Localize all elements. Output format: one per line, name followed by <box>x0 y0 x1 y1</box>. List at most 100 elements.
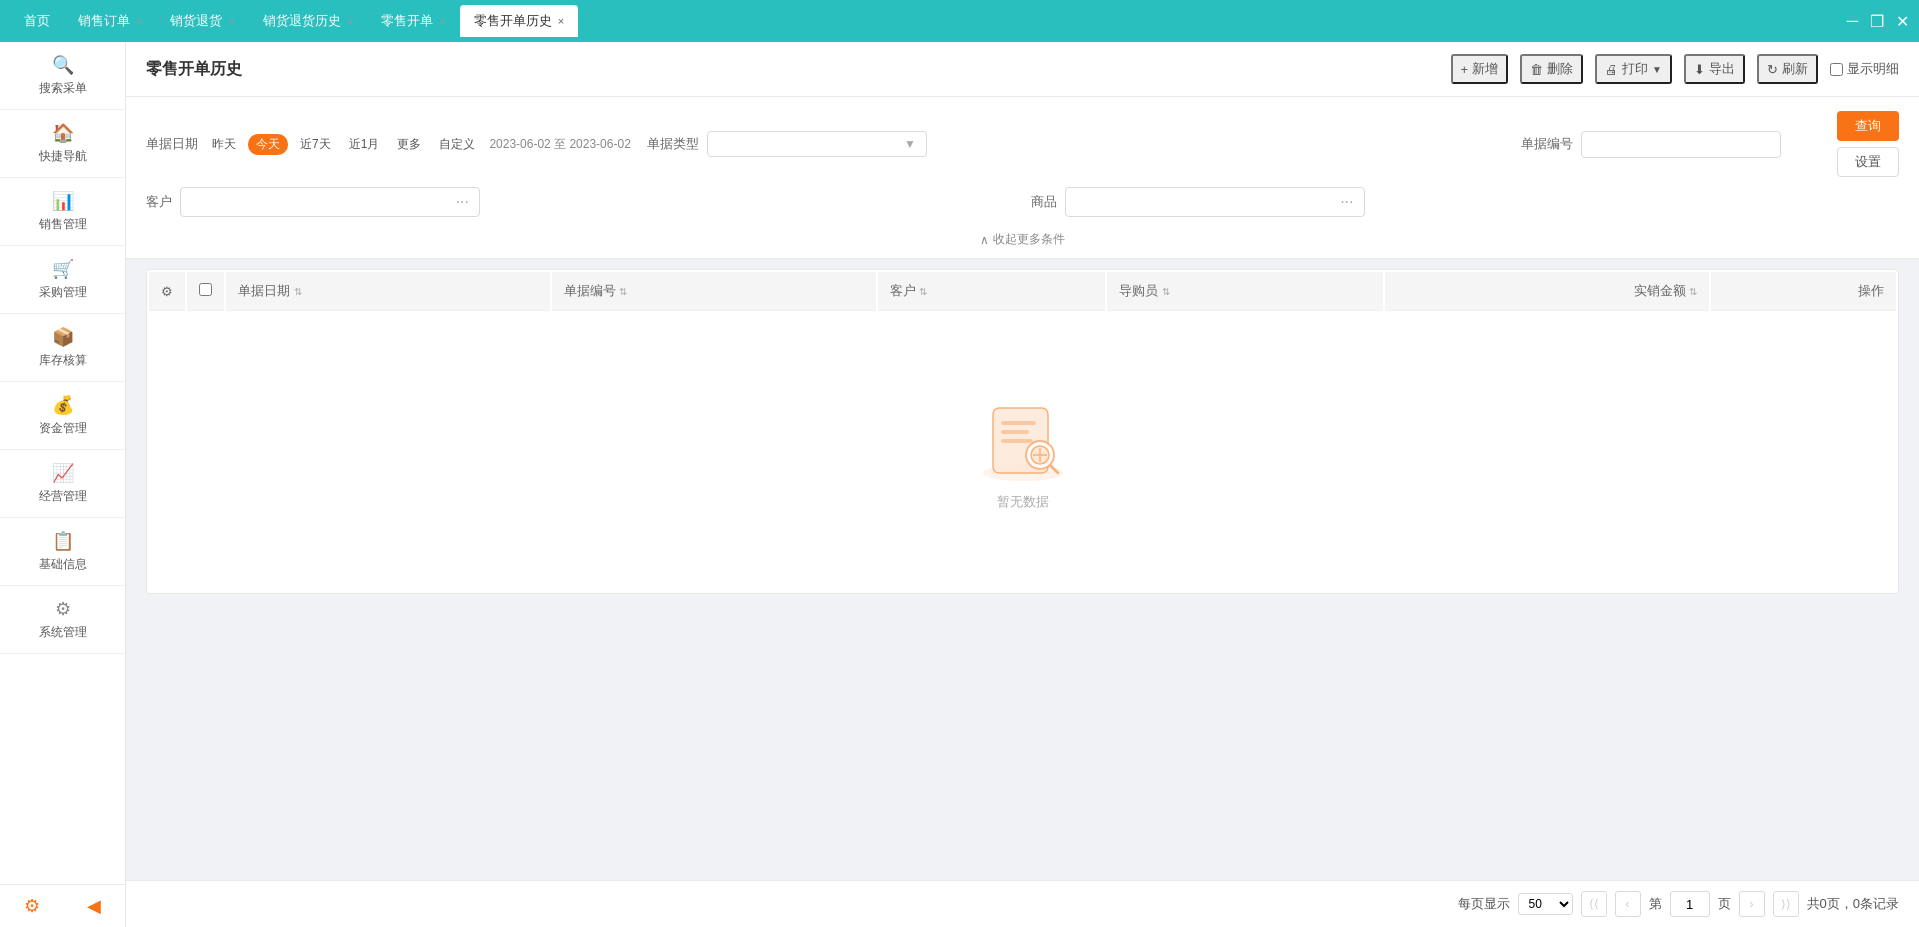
print-button[interactable]: 🖨 打印 ▼ <box>1595 54 1672 84</box>
data-table: ⚙ 单据日期 ⇅ 单据编号 ⇅ 客户 <box>146 269 1899 594</box>
next-page-btn[interactable]: › <box>1739 891 1765 917</box>
goods-filter-group: 商品 ··· <box>1031 187 1900 217</box>
print-dropdown-icon: ▼ <box>1652 64 1662 75</box>
date-custom[interactable]: 自定义 <box>433 134 481 155</box>
col-action-label: 操作 <box>1858 283 1884 298</box>
col-customer-label: 客户 <box>890 283 916 298</box>
tab-home[interactable]: 首页 <box>10 5 64 37</box>
tab-sales-return[interactable]: 销货退货 × <box>156 5 248 37</box>
sidebar-item-quick-nav[interactable]: 🏠 快捷导航 <box>0 110 125 178</box>
col-settings[interactable]: ⚙ <box>149 272 185 311</box>
date-label: 单据日期 <box>146 135 198 153</box>
date-more[interactable]: 更多 <box>391 134 427 155</box>
last-page-btn[interactable]: ⟩⟩ <box>1773 891 1799 917</box>
date-1month[interactable]: 近1月 <box>343 134 386 155</box>
col-doc-no[interactable]: 单据编号 ⇅ <box>552 272 876 311</box>
goods-select[interactable]: ··· <box>1065 187 1365 217</box>
tab-sales-return-history-close[interactable]: × <box>347 15 353 27</box>
tab-retail-open-close[interactable]: × <box>439 15 445 27</box>
sidebar-item-basic-info-label: 基础信息 <box>39 556 87 573</box>
delete-button[interactable]: 🗑 删除 <box>1520 54 1583 84</box>
purchase-mgmt-icon: 🛒 <box>52 258 74 280</box>
col-date-sort-icon: ⇅ <box>294 286 302 297</box>
col-amount[interactable]: 实销金额 ⇅ <box>1385 272 1709 311</box>
sidebar-item-inventory-label: 库存核算 <box>39 352 87 369</box>
tab-sales-return-history[interactable]: 销货退货历史 × <box>249 5 367 37</box>
sidebar-item-search-purchase[interactable]: 🔍 搜索采单 <box>0 42 125 110</box>
col-customer[interactable]: 客户 ⇅ <box>878 272 1106 311</box>
per-page-label: 每页显示 <box>1458 895 1510 913</box>
tab-retail-open[interactable]: 零售开单 × <box>367 5 459 37</box>
tab-sales-return-close[interactable]: × <box>228 15 234 27</box>
col-guide-sort-icon: ⇅ <box>1162 286 1170 297</box>
refresh-icon: ↻ <box>1767 62 1778 77</box>
sidebar-collapse-btn[interactable]: ◀ <box>87 895 101 917</box>
first-page-btn[interactable]: ⟨⟨ <box>1581 891 1607 917</box>
doc-no-input[interactable] <box>1581 131 1781 158</box>
add-button[interactable]: + 新增 <box>1451 54 1509 84</box>
quick-nav-icon: 🏠 <box>52 122 74 144</box>
sidebar-item-business[interactable]: 📈 经营管理 <box>0 450 125 518</box>
sidebar-item-basic-info[interactable]: 📋 基础信息 <box>0 518 125 586</box>
svg-rect-5 <box>1001 439 1033 443</box>
sidebar-item-system[interactable]: ⚙ 系统管理 <box>0 586 125 654</box>
goods-dots[interactable]: ··· <box>1340 193 1353 211</box>
print-label: 打印 <box>1622 60 1648 78</box>
main-layout: 🔍 搜索采单 🏠 快捷导航 📊 销售管理 🛒 采购管理 📦 库存核算 💰 资金管… <box>0 42 1919 927</box>
refresh-button[interactable]: ↻ 刷新 <box>1757 54 1818 84</box>
sidebar-item-finance[interactable]: 💰 资金管理 <box>0 382 125 450</box>
per-page-select[interactable]: 10 20 50 100 <box>1518 893 1573 915</box>
delete-icon: 🗑 <box>1530 62 1543 77</box>
select-all-checkbox[interactable] <box>199 283 212 296</box>
sidebar-item-purchase-mgmt[interactable]: 🛒 采购管理 <box>0 246 125 314</box>
close-btn[interactable]: ✕ <box>1896 12 1909 31</box>
tab-retail-history[interactable]: 零售开单历史 × <box>460 5 578 37</box>
col-doc-no-label: 单据编号 <box>564 283 616 298</box>
tab-retail-open-label: 零售开单 <box>381 12 433 30</box>
svg-rect-3 <box>1001 421 1036 425</box>
collapse-button[interactable]: ∧ 收起更多条件 <box>980 231 1065 248</box>
empty-illustration <box>968 393 1078 493</box>
col-amount-sort-icon: ⇅ <box>1689 286 1697 297</box>
tab-sales-order[interactable]: 销售订单 × <box>64 5 156 37</box>
sales-mgmt-icon: 📊 <box>52 190 74 212</box>
sidebar-item-finance-label: 资金管理 <box>39 420 87 437</box>
col-amount-label: 实销金额 <box>1634 283 1686 298</box>
tab-retail-history-close[interactable]: × <box>558 15 564 27</box>
col-date[interactable]: 单据日期 ⇅ <box>226 272 550 311</box>
total-text: 共0页，0条记录 <box>1807 895 1899 913</box>
tab-sales-order-close[interactable]: × <box>136 15 142 27</box>
date-yesterday[interactable]: 昨天 <box>206 134 242 155</box>
export-button[interactable]: ⬇ 导出 <box>1684 54 1745 84</box>
show-detail-checkbox[interactable] <box>1830 63 1843 76</box>
sidebar-item-sales-mgmt[interactable]: 📊 销售管理 <box>0 178 125 246</box>
minimize-btn[interactable]: ─ <box>1847 12 1858 30</box>
restore-btn[interactable]: ❐ <box>1870 12 1884 31</box>
date-7days[interactable]: 近7天 <box>294 134 337 155</box>
collapse-row: ∧ 收起更多条件 <box>146 227 1899 248</box>
sidebar-item-sales-mgmt-label: 销售管理 <box>39 216 87 233</box>
show-detail-checkbox-label[interactable]: 显示明细 <box>1830 60 1899 78</box>
col-checkbox[interactable] <box>187 272 224 311</box>
export-label: 导出 <box>1709 60 1735 78</box>
customer-dots[interactable]: ··· <box>456 193 469 211</box>
doc-type-dropdown-icon: ▼ <box>904 137 916 151</box>
col-date-label: 单据日期 <box>238 283 290 298</box>
sidebar-item-system-label: 系统管理 <box>39 624 87 641</box>
page-input[interactable] <box>1670 891 1710 917</box>
doc-type-select[interactable]: ▼ <box>707 131 927 157</box>
collapse-icon: ∧ <box>980 233 989 247</box>
doc-no-label: 单据编号 <box>1521 135 1573 153</box>
customer-select[interactable]: ··· <box>180 187 480 217</box>
sidebar-item-inventory[interactable]: 📦 库存核算 <box>0 314 125 382</box>
filter-row-2: 客户 ··· 商品 ··· <box>146 187 1899 217</box>
settings-button[interactable]: 设置 <box>1837 147 1899 177</box>
prev-page-btn[interactable]: ‹ <box>1615 891 1641 917</box>
col-guide[interactable]: 导购员 ⇅ <box>1107 272 1383 311</box>
tab-retail-history-label: 零售开单历史 <box>474 12 552 30</box>
date-today[interactable]: 今天 <box>248 134 288 155</box>
col-action: 操作 <box>1711 272 1896 311</box>
sidebar-settings-btn[interactable]: ⚙ <box>24 895 40 917</box>
action-buttons: 查询 设置 <box>1837 111 1899 177</box>
query-button[interactable]: 查询 <box>1837 111 1899 141</box>
